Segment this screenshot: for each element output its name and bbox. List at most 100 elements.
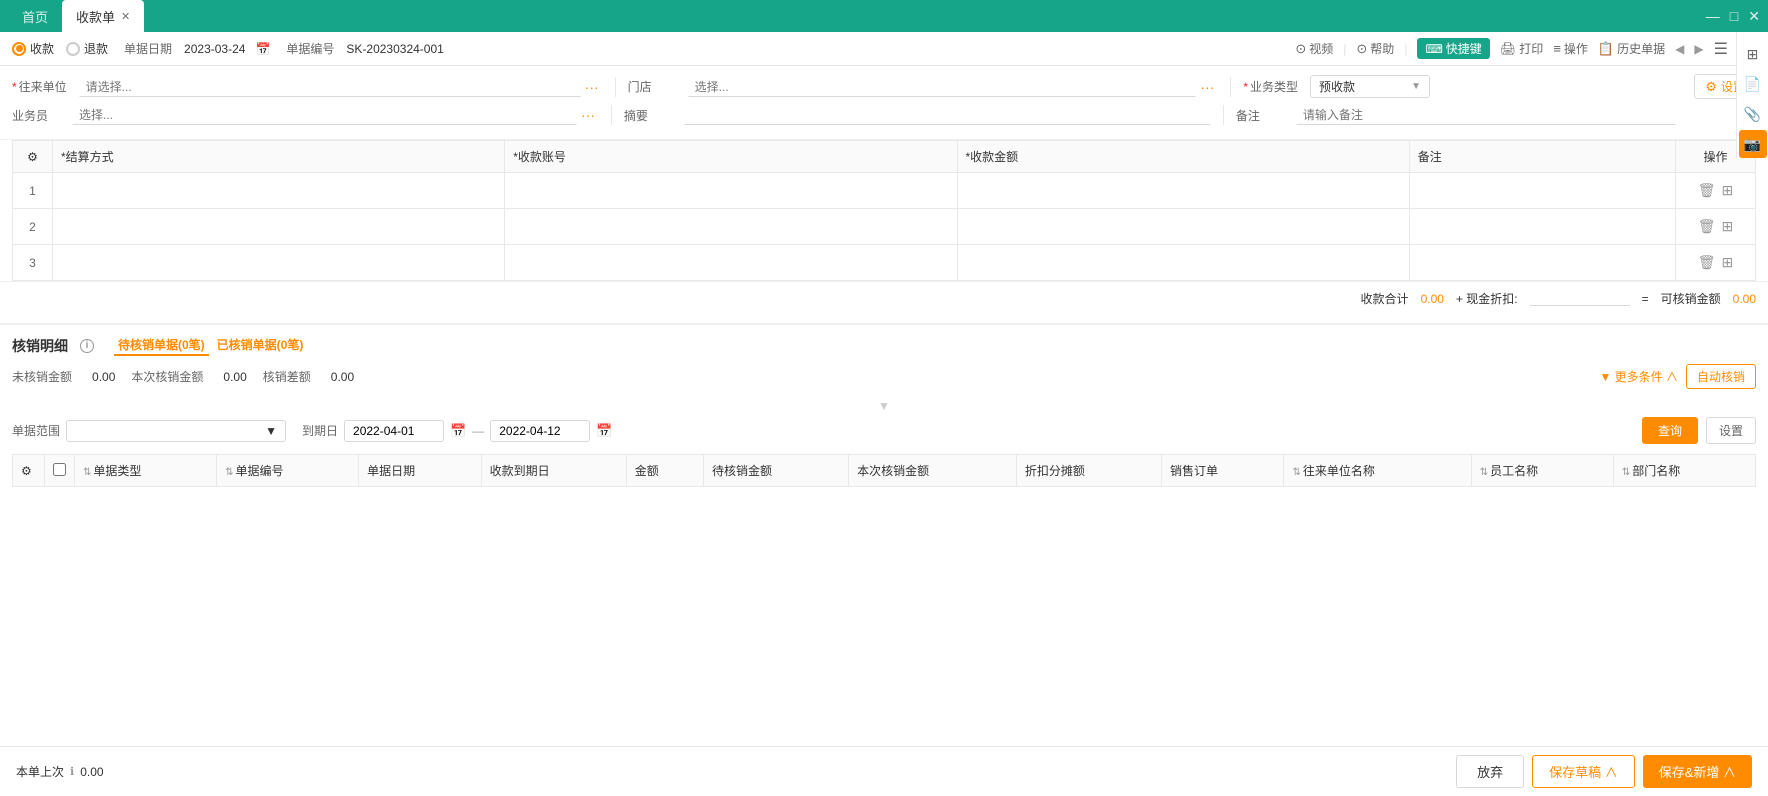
print-icon: 🖨 xyxy=(1500,41,1517,57)
prev-arrow[interactable]: ◀ xyxy=(1675,42,1684,56)
row-2-copy-btn[interactable]: ⊞ xyxy=(1722,218,1734,235)
range-select[interactable]: ▼ xyxy=(66,420,286,442)
save-new-btn[interactable]: 保存&新增 ∧ xyxy=(1643,755,1752,788)
doc-num-col: ⇅单据编号 xyxy=(217,455,359,487)
verify-tabs: 待核销单据(0笔) 已核销单据(0笔) xyxy=(114,335,307,356)
discard-btn[interactable]: 放弃 xyxy=(1456,755,1524,788)
remark-input[interactable] xyxy=(1296,105,1676,125)
detail-checkbox-col xyxy=(45,455,75,487)
refund-radio[interactable]: 退款 xyxy=(66,40,108,57)
help-icon: ⊙ xyxy=(1356,41,1367,57)
auto-verify-btn[interactable]: 自动核销 xyxy=(1686,364,1756,389)
save-draft-btn[interactable]: 保存草稿 ∧ xyxy=(1532,755,1635,788)
toolbar-actions: ⊙ 视频 | ⊙ 帮助 | ⌨ 快捷键 🖨 打印 ≡ 操作 📋 xyxy=(1295,38,1756,59)
staff-ellipsis-btn[interactable]: ··· xyxy=(577,107,599,123)
main-content: 收款 退款 单据日期 2023-03-24 📅 单据编号 SK-20230324… xyxy=(0,32,1768,796)
video-action[interactable]: ⊙ 视频 xyxy=(1295,40,1333,57)
minimize-btn[interactable]: — xyxy=(1706,8,1720,24)
range-chevron-icon: ▼ xyxy=(265,424,277,438)
party-field: * 往来单位 ··· xyxy=(12,77,603,97)
store-field: 门店 ··· xyxy=(628,77,1219,97)
tab-home[interactable]: 首页 xyxy=(8,0,62,32)
date-to-input[interactable] xyxy=(490,420,590,442)
receipt-refund-radio: 收款 退款 xyxy=(12,40,108,57)
account-col-header: *收款账号 xyxy=(505,141,957,173)
close-btn[interactable]: ✕ xyxy=(1748,8,1760,25)
right-panel-doc-btn[interactable]: 📄 xyxy=(1739,70,1767,98)
shortcut-btn[interactable]: ⌨ 快捷键 xyxy=(1417,38,1489,59)
filter-btns: 查询 设置 xyxy=(1642,417,1756,444)
verify-section: 核销明细 i 待核销单据(0笔) 已核销单据(0笔) 未核销金额 0.00 本次… xyxy=(0,323,1768,497)
staff-name-col: ⇅员工名称 xyxy=(1471,455,1613,487)
verify-diff: 0.00 xyxy=(331,370,354,384)
summary-input[interactable] xyxy=(684,105,1211,125)
staff-input[interactable] xyxy=(72,105,577,125)
row-3-delete-btn[interactable]: 🗑 xyxy=(1698,254,1716,271)
filter-settings-btn[interactable]: 设置 xyxy=(1706,417,1756,444)
form-section: * 往来单位 ··· 门店 ··· * 业务类型 预收款 ▼ xyxy=(0,66,1768,140)
operations-action[interactable]: ≡ 操作 xyxy=(1553,40,1588,57)
row-1-copy-btn[interactable]: ⊞ xyxy=(1722,182,1734,199)
prev-icon: ℹ xyxy=(70,765,74,778)
row-2-delete-btn[interactable]: 🗑 xyxy=(1698,218,1716,235)
right-panel-table-btn[interactable]: ⊞ xyxy=(1739,40,1767,68)
calendar-from-icon[interactable]: 📅 xyxy=(450,423,466,439)
tab-close-icon[interactable]: ✕ xyxy=(121,10,130,23)
business-type-field: * 业务类型 预收款 ▼ xyxy=(1243,75,1686,98)
tab-done[interactable]: 已核销单据(0笔) xyxy=(213,335,308,356)
print-action[interactable]: 🖨 打印 xyxy=(1500,40,1544,57)
store-ellipsis-btn[interactable]: ··· xyxy=(1196,79,1218,95)
form-row-1: * 往来单位 ··· 门店 ··· * 业务类型 预收款 ▼ xyxy=(12,74,1756,99)
query-btn[interactable]: 查询 xyxy=(1642,417,1698,444)
total-value: 0.00 xyxy=(1421,292,1444,306)
due-date-field: 到期日 📅 — 📅 xyxy=(302,420,612,442)
list-view-icon[interactable]: ☰ xyxy=(1714,39,1728,59)
date-from-input[interactable] xyxy=(344,420,444,442)
party-input[interactable] xyxy=(79,77,581,97)
tab-pending[interactable]: 待核销单据(0笔) xyxy=(114,335,209,356)
help-action[interactable]: ⊙ 帮助 xyxy=(1356,40,1394,57)
next-arrow[interactable]: ▶ xyxy=(1694,42,1703,56)
dept-name-col: ⇅部门名称 xyxy=(1613,455,1755,487)
collapse-indicator[interactable]: ▼ xyxy=(12,399,1756,413)
sales-order-col: 销售订单 xyxy=(1161,455,1284,487)
maximize-btn[interactable]: □ xyxy=(1730,8,1738,24)
filter-row: 单据范围 ▼ 到期日 📅 — 📅 查询 设置 xyxy=(12,417,1756,444)
verify-amount-col: 本次核销金额 xyxy=(849,455,1017,487)
net-value: 0.00 xyxy=(1733,292,1756,306)
amount-col: 金额 xyxy=(626,455,703,487)
select-all-checkbox[interactable] xyxy=(53,463,66,476)
amount-col-header: *收款金额 xyxy=(957,141,1409,173)
table-row: 3 🗑 ⊞ xyxy=(13,245,1756,281)
verify-info-icon[interactable]: i xyxy=(80,339,94,353)
receipt-radio[interactable]: 收款 xyxy=(12,40,54,57)
calendar-to-icon[interactable]: 📅 xyxy=(596,423,612,439)
date-value: 2023-03-24 xyxy=(184,42,245,56)
business-type-select[interactable]: 预收款 ▼ xyxy=(1310,75,1430,98)
doc-type-col: ⇅单据类型 xyxy=(75,455,217,487)
detail-settings-col[interactable]: ⚙ xyxy=(13,455,45,487)
doc-number-field: 单据编号 SK-20230324-001 xyxy=(286,40,443,57)
unverified-amount: 0.00 xyxy=(92,370,115,384)
chevron-down-icon: ▼ xyxy=(1411,81,1421,92)
more-conditions-btn[interactable]: ▼ 更多条件 ∧ xyxy=(1599,368,1678,385)
party-ellipsis-btn[interactable]: ··· xyxy=(581,79,603,95)
tab-receipt[interactable]: 收款单 ✕ xyxy=(62,0,144,32)
row-3-copy-btn[interactable]: ⊞ xyxy=(1722,254,1734,271)
table-row: 2 🗑 ⊞ xyxy=(13,209,1756,245)
right-panel-camera-btn[interactable]: 📷 xyxy=(1739,130,1767,158)
keyboard-icon: ⌨ xyxy=(1425,42,1442,56)
table-settings-col[interactable]: ⚙ xyxy=(13,141,53,173)
doc-date-col: 单据日期 xyxy=(359,455,482,487)
discount-input[interactable] xyxy=(1530,291,1630,306)
store-input[interactable] xyxy=(688,77,1197,97)
calendar-icon[interactable]: 📅 xyxy=(255,42,270,56)
verify-amount: 0.00 xyxy=(223,370,246,384)
date-field: 单据日期 2023-03-24 📅 xyxy=(124,40,270,57)
pending-amount-col: 待核销金额 xyxy=(704,455,849,487)
row-1-delete-btn[interactable]: 🗑 xyxy=(1698,182,1716,199)
right-panel-clip-btn[interactable]: 📎 xyxy=(1739,100,1767,128)
history-action[interactable]: 📋 历史单据 xyxy=(1598,40,1665,57)
gear-icon: ⚙ xyxy=(1705,79,1717,95)
row-1-actions: 🗑 ⊞ xyxy=(1676,182,1755,199)
